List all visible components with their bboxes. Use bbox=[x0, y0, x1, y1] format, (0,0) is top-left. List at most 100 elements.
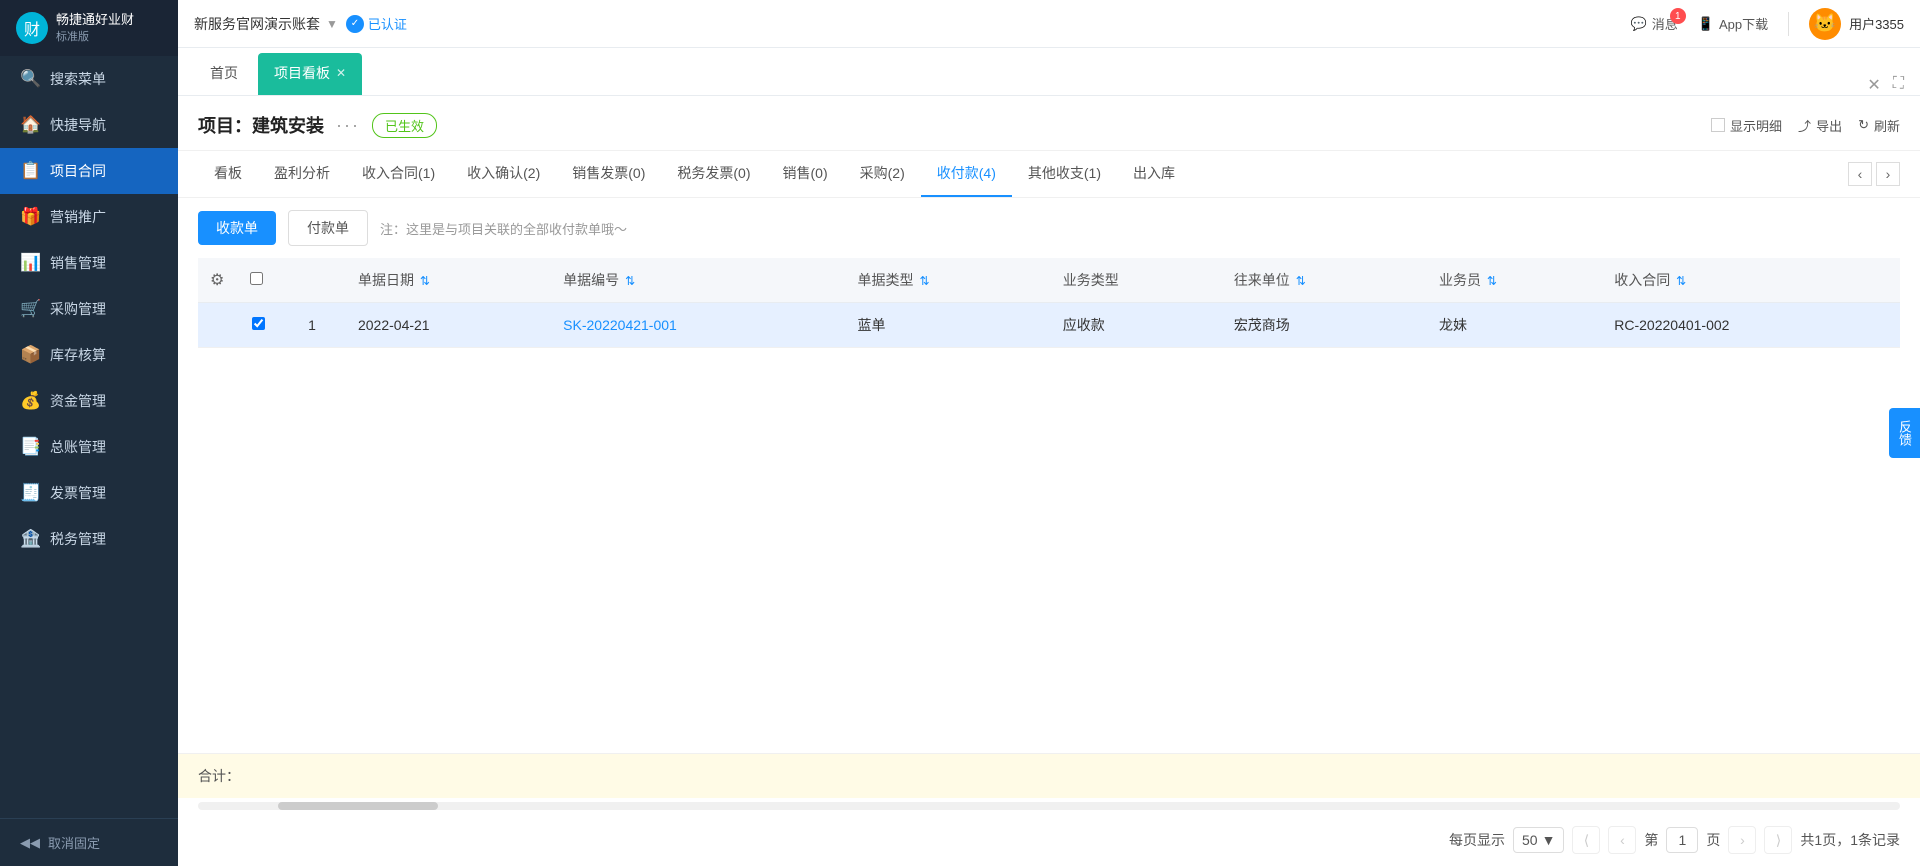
messages-button[interactable]: 💬 消息 1 bbox=[1631, 14, 1678, 33]
refresh-icon: ↻ bbox=[1858, 117, 1869, 133]
export-icon: ⤴ bbox=[1798, 116, 1811, 135]
close-button[interactable]: ✕ bbox=[1867, 75, 1880, 95]
prev-page-button[interactable]: ‹ bbox=[1608, 826, 1636, 854]
col-header-date[interactable]: 单据日期 ⇅ bbox=[346, 258, 551, 303]
account-name: 新服务官网演示账套 bbox=[194, 14, 320, 34]
sidebar-item-sales[interactable]: 📊 销售管理 bbox=[0, 240, 178, 286]
sub-tab-income-confirm[interactable]: 收入确认(2) bbox=[451, 151, 556, 197]
project-title-prefix: 项目：建筑安装 bbox=[198, 112, 324, 138]
row-checkbox[interactable] bbox=[238, 303, 278, 348]
sidebar-item-label: 搜索菜单 bbox=[50, 69, 106, 89]
row-code[interactable]: SK-20220421-001 bbox=[551, 303, 845, 348]
sidebar-item-inventory[interactable]: 📦 库存核算 bbox=[0, 332, 178, 378]
maximize-button[interactable]: ⛶ bbox=[1893, 75, 1904, 95]
sidebar-item-invoice[interactable]: 🧾 发票管理 bbox=[0, 470, 178, 516]
phone-icon: 📱 bbox=[1698, 16, 1714, 32]
col-header-code[interactable]: 单据编号 ⇅ bbox=[551, 258, 845, 303]
sub-tab-warehouse[interactable]: 出入库 bbox=[1117, 151, 1191, 197]
sub-tab-receipt[interactable]: 收付款(4) bbox=[921, 151, 1012, 197]
export-button[interactable]: ⤴ 导出 bbox=[1798, 116, 1842, 135]
sub-tab-tax-invoice[interactable]: 税务发票(0) bbox=[661, 151, 766, 197]
sidebar-item-label: 发票管理 bbox=[50, 483, 106, 503]
sidebar-item-project[interactable]: 📋 项目合同 bbox=[0, 148, 178, 194]
app-download-button[interactable]: 📱 App下载 bbox=[1698, 14, 1768, 33]
sidebar-nav: 🔍 搜索菜单 🏠 快捷导航 📋 项目合同 🎁 营销推广 📊 销售管理 🛒 采购管… bbox=[0, 56, 178, 818]
sub-tab-sales[interactable]: 销售(0) bbox=[767, 151, 844, 197]
main-area: 新服务官网演示账套 ▼ ✓ 已认证 💬 消息 1 📱 App下载 🐱 用户335… bbox=[178, 0, 1920, 866]
user-profile[interactable]: 🐱 用户3355 bbox=[1809, 8, 1904, 40]
feedback-button[interactable]: 反馈 bbox=[1889, 408, 1920, 458]
sub-tab-profit[interactable]: 盈利分析 bbox=[258, 151, 346, 197]
row-biz-type: 应收款 bbox=[1051, 303, 1222, 348]
sub-tabs-prev[interactable]: ‹ bbox=[1848, 162, 1872, 186]
sidebar-item-quick-nav[interactable]: 🏠 快捷导航 bbox=[0, 102, 178, 148]
sort-type-icon[interactable]: ⇅ bbox=[919, 274, 929, 288]
messages-badge: 1 bbox=[1670, 8, 1686, 24]
row-select-checkbox[interactable] bbox=[252, 317, 265, 330]
sidebar-item-label: 税务管理 bbox=[50, 529, 106, 549]
sidebar-item-label: 采购管理 bbox=[50, 299, 106, 319]
sidebar-item-finance[interactable]: 💰 资金管理 bbox=[0, 378, 178, 424]
scrollbar-thumb[interactable] bbox=[278, 802, 438, 810]
message-icon: 💬 bbox=[1631, 16, 1647, 32]
sub-tab-other-income[interactable]: 其他收支(1) bbox=[1012, 151, 1117, 197]
select-all-checkbox[interactable] bbox=[250, 272, 263, 285]
tab-project-board[interactable]: 项目看板 ✕ bbox=[258, 53, 362, 95]
sub-tabs-next[interactable]: › bbox=[1876, 162, 1900, 186]
sub-tab-board[interactable]: 看板 bbox=[198, 151, 258, 197]
app-download-label: App下载 bbox=[1719, 14, 1768, 33]
sort-contract-icon[interactable]: ⇅ bbox=[1676, 274, 1686, 288]
app-edition: 标准版 bbox=[56, 28, 134, 44]
show-detail-checkbox[interactable] bbox=[1711, 118, 1725, 132]
row-partner: 宏茂商场 bbox=[1222, 303, 1427, 348]
row-date: 2022-04-21 bbox=[346, 303, 551, 348]
row-code-link[interactable]: SK-20220421-001 bbox=[563, 317, 677, 333]
unpin-icon: ◀◀ bbox=[20, 835, 40, 851]
sort-salesman-icon[interactable]: ⇅ bbox=[1487, 274, 1497, 288]
sub-tab-sales-invoice[interactable]: 销售发票(0) bbox=[556, 151, 661, 197]
col-header-type[interactable]: 单据类型 ⇅ bbox=[846, 258, 1051, 303]
col-header-contract[interactable]: 收入合同 ⇅ bbox=[1602, 258, 1900, 303]
sidebar-item-purchase[interactable]: 🛒 采购管理 bbox=[0, 286, 178, 332]
next-page-button[interactable]: › bbox=[1728, 826, 1756, 854]
horizontal-scrollbar[interactable] bbox=[198, 802, 1900, 810]
project-more-menu[interactable]: ··· bbox=[336, 115, 360, 136]
sort-date-icon[interactable]: ⇅ bbox=[420, 274, 430, 288]
sidebar-item-label: 快捷导航 bbox=[50, 115, 106, 135]
tab-home[interactable]: 首页 bbox=[194, 53, 254, 95]
content-area: 项目：建筑安装 ··· 已生效 显示明细 ⤴ 导出 ↻ 刷新 bbox=[178, 96, 1920, 866]
show-detail-toggle[interactable]: 显示明细 bbox=[1711, 116, 1782, 135]
col-header-partner[interactable]: 往来单位 ⇅ bbox=[1222, 258, 1427, 303]
project-name: 建筑安装 bbox=[252, 116, 324, 136]
account-selector[interactable]: 新服务官网演示账套 ▼ bbox=[194, 14, 338, 34]
sidebar-item-label: 资金管理 bbox=[50, 391, 106, 411]
sidebar-footer-unpin[interactable]: ◀◀ 取消固定 bbox=[0, 818, 178, 866]
sidebar-item-marketing[interactable]: 🎁 营销推广 bbox=[0, 194, 178, 240]
window-controls: ✕ ⛶ bbox=[1867, 75, 1904, 95]
receipt-bill-button[interactable]: 收款单 bbox=[198, 211, 276, 245]
per-page-select[interactable]: 50 ▼ bbox=[1513, 827, 1564, 853]
toolbar-note: 注：这里是与项目关联的全部收付款单哦～ bbox=[380, 219, 627, 238]
settings-icon[interactable]: ⚙ bbox=[210, 272, 224, 289]
col-header-salesman[interactable]: 业务员 ⇅ bbox=[1427, 258, 1602, 303]
invoice-icon: 🧾 bbox=[20, 483, 40, 503]
total-info: 共1页，1条记录 bbox=[1800, 830, 1900, 850]
table-row[interactable]: 1 2022-04-21 SK-20220421-001 蓝单 应收款 宏茂商场… bbox=[198, 303, 1900, 348]
account-dropdown-icon[interactable]: ▼ bbox=[326, 17, 338, 31]
sidebar-item-ledger[interactable]: 📑 总账管理 bbox=[0, 424, 178, 470]
refresh-button[interactable]: ↻ 刷新 bbox=[1858, 116, 1900, 135]
page-input[interactable]: 1 bbox=[1666, 827, 1698, 853]
tab-close-icon[interactable]: ✕ bbox=[336, 66, 346, 80]
sub-tab-income-contract[interactable]: 收入合同(1) bbox=[346, 151, 451, 197]
sort-partner-icon[interactable]: ⇅ bbox=[1296, 274, 1306, 288]
row-contract: RC-20220401-002 bbox=[1602, 303, 1900, 348]
sub-tab-purchase[interactable]: 采购(2) bbox=[844, 151, 921, 197]
row-num: 1 bbox=[278, 303, 346, 348]
refresh-label: 刷新 bbox=[1874, 116, 1900, 135]
sort-code-icon[interactable]: ⇅ bbox=[625, 274, 635, 288]
sidebar-item-search[interactable]: 🔍 搜索菜单 bbox=[0, 56, 178, 102]
last-page-button[interactable]: ⟩ bbox=[1764, 826, 1792, 854]
sidebar-item-tax[interactable]: 🏦 税务管理 bbox=[0, 516, 178, 562]
first-page-button[interactable]: ⟨ bbox=[1572, 826, 1600, 854]
payment-bill-button[interactable]: 付款单 bbox=[288, 210, 368, 246]
